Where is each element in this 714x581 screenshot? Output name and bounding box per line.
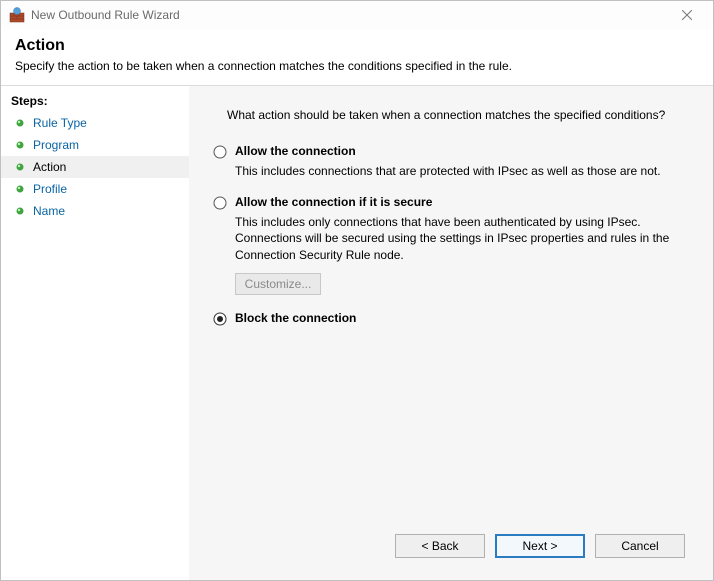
option-block-label: Block the connection bbox=[235, 311, 356, 325]
step-bullet-icon bbox=[15, 206, 25, 216]
window-title: New Outbound Rule Wizard bbox=[31, 8, 667, 22]
step-label: Action bbox=[33, 160, 66, 174]
next-button[interactable]: Next > bbox=[495, 534, 585, 558]
content-question: What action should be taken when a conne… bbox=[227, 108, 691, 122]
radio-block[interactable] bbox=[213, 312, 227, 326]
step-label: Rule Type bbox=[33, 116, 87, 130]
option-allow-label: Allow the connection bbox=[235, 144, 356, 158]
step-bullet-icon bbox=[15, 140, 25, 150]
step-bullet-icon bbox=[15, 184, 25, 194]
wizard-header: Action Specify the action to be taken wh… bbox=[1, 29, 713, 85]
step-bullet-icon bbox=[15, 118, 25, 128]
firewall-icon bbox=[9, 7, 25, 23]
title-bar: New Outbound Rule Wizard bbox=[1, 1, 713, 29]
option-allow-secure: Allow the connection if it is secure Thi… bbox=[211, 195, 691, 295]
step-rule-type[interactable]: Rule Type bbox=[1, 112, 189, 134]
page-title: Action bbox=[15, 37, 699, 55]
step-profile[interactable]: Profile bbox=[1, 178, 189, 200]
option-allow-secure-desc: This includes only connections that have… bbox=[235, 214, 675, 263]
close-icon bbox=[682, 10, 692, 20]
step-action[interactable]: Action bbox=[1, 156, 189, 178]
cancel-button[interactable]: Cancel bbox=[595, 534, 685, 558]
option-allow-secure-label: Allow the connection if it is secure bbox=[235, 195, 432, 209]
customize-button: Customize... bbox=[235, 273, 321, 295]
back-button[interactable]: < Back bbox=[395, 534, 485, 558]
option-allow: Allow the connection This includes conne… bbox=[211, 144, 691, 179]
step-label: Name bbox=[33, 204, 65, 218]
radio-allow[interactable] bbox=[213, 145, 227, 159]
step-label: Program bbox=[33, 138, 79, 152]
step-bullet-icon bbox=[15, 162, 25, 172]
option-allow-desc: This includes connections that are prote… bbox=[235, 163, 675, 179]
step-label: Profile bbox=[33, 182, 67, 196]
steps-title: Steps: bbox=[1, 92, 189, 112]
footer-buttons: < Back Next > Cancel bbox=[211, 524, 691, 572]
wizard-body: Steps: Rule Type Program Action Profile bbox=[1, 86, 713, 580]
radio-allow-secure[interactable] bbox=[213, 196, 227, 210]
steps-sidebar: Steps: Rule Type Program Action Profile bbox=[1, 86, 189, 580]
option-block: Block the connection bbox=[211, 311, 691, 330]
content-pane: What action should be taken when a conne… bbox=[189, 86, 713, 580]
step-name[interactable]: Name bbox=[1, 200, 189, 222]
page-subtitle: Specify the action to be taken when a co… bbox=[15, 59, 699, 73]
step-program[interactable]: Program bbox=[1, 134, 189, 156]
close-button[interactable] bbox=[667, 1, 707, 29]
